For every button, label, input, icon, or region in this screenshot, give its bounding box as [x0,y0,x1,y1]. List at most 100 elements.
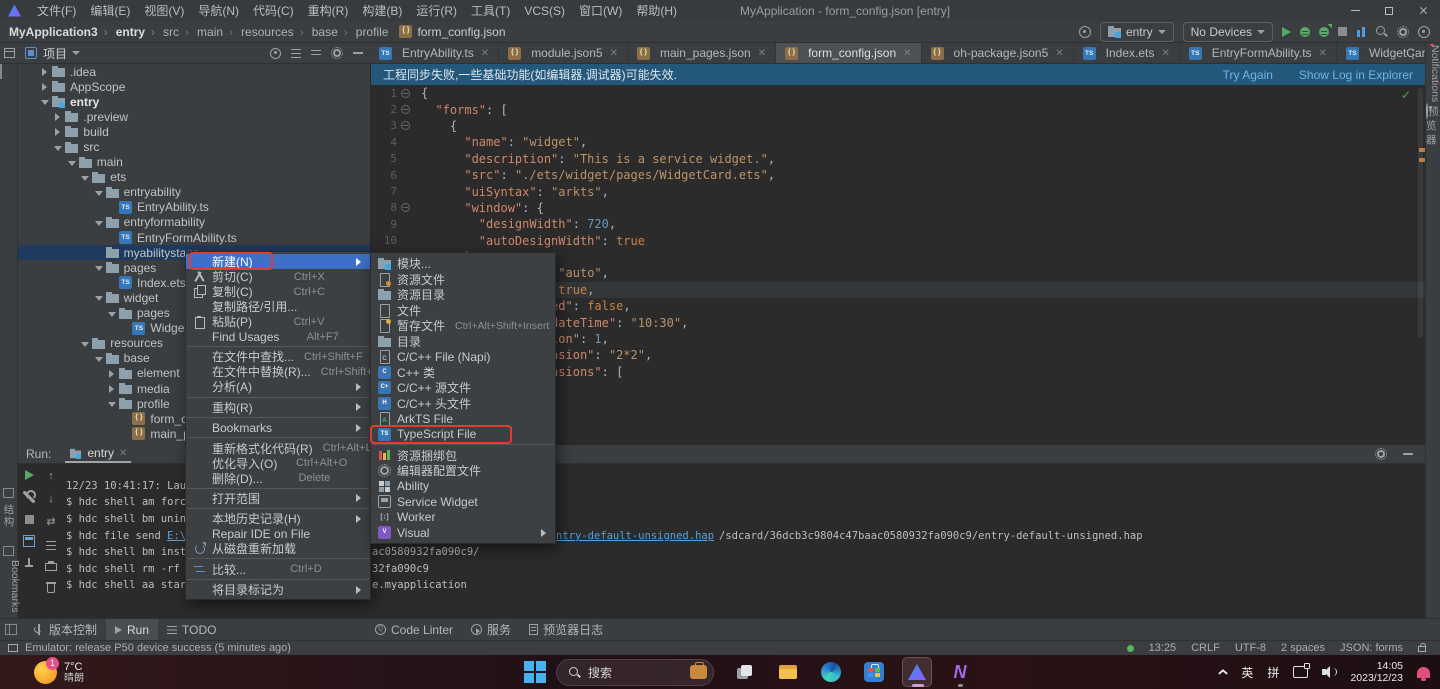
submenu-item[interactable]: C/C++ 源文件 [371,380,555,396]
context-menu-item[interactable]: 本地历史记录(H) [186,511,370,526]
submenu-item[interactable]: Ability [371,478,555,494]
breadcrumb-item[interactable]: MyApplication3 [8,25,115,39]
menubar-item[interactable]: 窗口(W) [572,0,629,21]
notifications-label[interactable]: Notifications [1426,45,1440,102]
tree-item[interactable]: AppScope [18,79,370,94]
submenu-item[interactable]: 资源捆绑包 [371,447,555,463]
profiler-button[interactable] [1356,26,1367,37]
context-menu-item[interactable] [187,416,369,418]
tool-window-icon[interactable] [4,48,15,58]
tree-chevron-icon[interactable] [53,112,62,122]
close-tab-icon[interactable]: ✕ [610,48,618,59]
run-tab-entry[interactable]: entry ✕ [65,445,132,463]
editor-tab[interactable]: module.json5 ✕ [499,43,628,63]
expand-all-icon[interactable] [291,48,301,58]
code-line[interactable]: 9 "designWidth": 720, [371,216,1425,232]
file-encoding[interactable]: UTF-8 [1235,642,1266,654]
todo-tool-button[interactable]: TODO [158,619,225,640]
tree-chevron-icon[interactable] [107,369,116,378]
context-menu-item[interactable]: 比较... Ctrl+D [186,562,370,577]
tree-chevron-icon[interactable] [53,127,62,137]
bookmarks-label[interactable]: Bookmarks [3,560,21,613]
more-tabs-icon[interactable]: ⋮ [1407,47,1420,61]
layout-icon[interactable] [23,535,35,547]
fold-icon[interactable] [397,88,413,98]
submenu-item[interactable]: ArkTS File [371,411,555,428]
context-menu-item[interactable]: 在文件中查找... Ctrl+Shift+F [186,349,370,364]
editor-scrollbar[interactable] [1418,88,1423,338]
code-line[interactable]: 3 { [371,118,1425,134]
tree-chevron-icon[interactable] [94,188,103,197]
hide-run-panel-icon[interactable] [1403,453,1413,455]
menubar-item[interactable]: 运行(R) [409,0,464,21]
tree-chevron-icon[interactable] [94,248,103,257]
submenu-item[interactable]: 文件 [371,303,555,319]
tree-item[interactable]: build [18,124,370,139]
minimize-button[interactable] [1338,0,1372,21]
menubar-item[interactable]: 重构(R) [301,0,356,21]
tree-item[interactable]: ets [18,170,370,185]
tree-item[interactable]: entryability [18,185,370,200]
menubar-item[interactable]: 工具(T) [464,0,517,21]
submenu-item[interactable]: Service Widget [371,494,555,510]
collapse-all-icon[interactable] [311,50,321,56]
context-menu-item[interactable]: 删除(D)... Delete [186,471,370,486]
editor-tab[interactable]: EntryFormAbility.ts ✕ [1180,43,1337,63]
code-linter-button[interactable]: Code Linter [366,619,462,640]
search-everywhere-icon[interactable] [1376,25,1388,38]
purple-app-button[interactable]: N [945,657,975,687]
tree-chevron-icon[interactable] [94,263,103,272]
tree-chevron-icon[interactable] [120,324,129,333]
stop-process-icon[interactable] [24,515,34,524]
edit-config-icon[interactable] [23,490,36,503]
tree-chevron-icon[interactable] [120,414,129,423]
ime-pinyin-indicator[interactable]: 拼 [1267,664,1279,681]
editor-tab[interactable]: oh-package.json5 ✕ [922,43,1074,63]
caret-position[interactable]: 13:25 [1149,642,1177,654]
assistant-icon[interactable] [1418,25,1430,38]
context-menu-item[interactable]: 打开范围 [186,491,370,506]
tree-chevron-icon[interactable] [40,97,49,106]
code-line[interactable]: 7 "uiSyntax": "arkts", [371,183,1425,199]
rerun-button[interactable] [24,470,34,480]
close-tab-icon[interactable]: ✕ [903,48,911,59]
submenu-item[interactable]: Worker [371,509,555,525]
tree-chevron-icon[interactable] [40,82,49,92]
down-stack-icon[interactable]: ↓ [45,493,57,505]
submenu-item[interactable]: 资源目录 [371,287,555,303]
project-tool-icon[interactable] [0,63,2,79]
tree-item[interactable]: .idea [18,64,370,79]
pin-tab-icon[interactable] [23,558,35,570]
hidden-icons-chevron[interactable] [1218,668,1227,677]
code-line[interactable]: 4 "name": "widget", [371,134,1425,150]
tree-chevron-icon[interactable] [107,278,116,287]
ime-english-indicator[interactable]: 英 [1241,664,1253,681]
tree-chevron-icon[interactable] [120,429,129,438]
menubar-item[interactable]: 编辑(E) [83,0,137,21]
tree-item[interactable]: entry [18,94,370,109]
try-again-link[interactable]: Try Again [1223,68,1273,82]
code-line[interactable]: 5 "description": "This is a service widg… [371,151,1425,167]
context-menu-item[interactable]: 复制(C) Ctrl+C [186,284,370,299]
editor-tab[interactable]: Index.ets ✕ [1074,43,1180,63]
restart-icon[interactable]: ⇄ [45,516,57,528]
tool-switcher-icon[interactable] [5,624,17,635]
panel-settings-icon[interactable] [331,47,343,59]
vcs-tool-button[interactable]: 版本控制 [25,619,106,640]
deveco-studio-button[interactable] [902,657,932,687]
print-icon[interactable] [45,561,57,571]
context-menu-item[interactable]: 分析(A) [186,379,370,394]
code-line[interactable]: 6 "src": "./ets/widget/pages/WidgetCard.… [371,167,1425,183]
close-button[interactable] [1406,0,1440,21]
clear-console-icon[interactable] [46,582,56,593]
notification-bell-icon[interactable] [1417,666,1430,681]
menubar-item[interactable]: VCS(S) [517,0,572,21]
submenu-item[interactable]: C++ 类 [371,365,555,381]
menubar-item[interactable]: 文件(F) [30,0,83,21]
line-ending[interactable]: CRLF [1191,642,1220,654]
taskbar-clock[interactable]: 14:05 2023/12/23 [1350,660,1403,684]
context-menu-item[interactable]: Bookmarks [186,420,370,435]
breadcrumb-item[interactable]: profile [355,25,390,39]
close-run-tab-icon[interactable]: ✕ [119,448,127,459]
submenu-item[interactable]: C/C++ File (Napi) [371,349,555,366]
